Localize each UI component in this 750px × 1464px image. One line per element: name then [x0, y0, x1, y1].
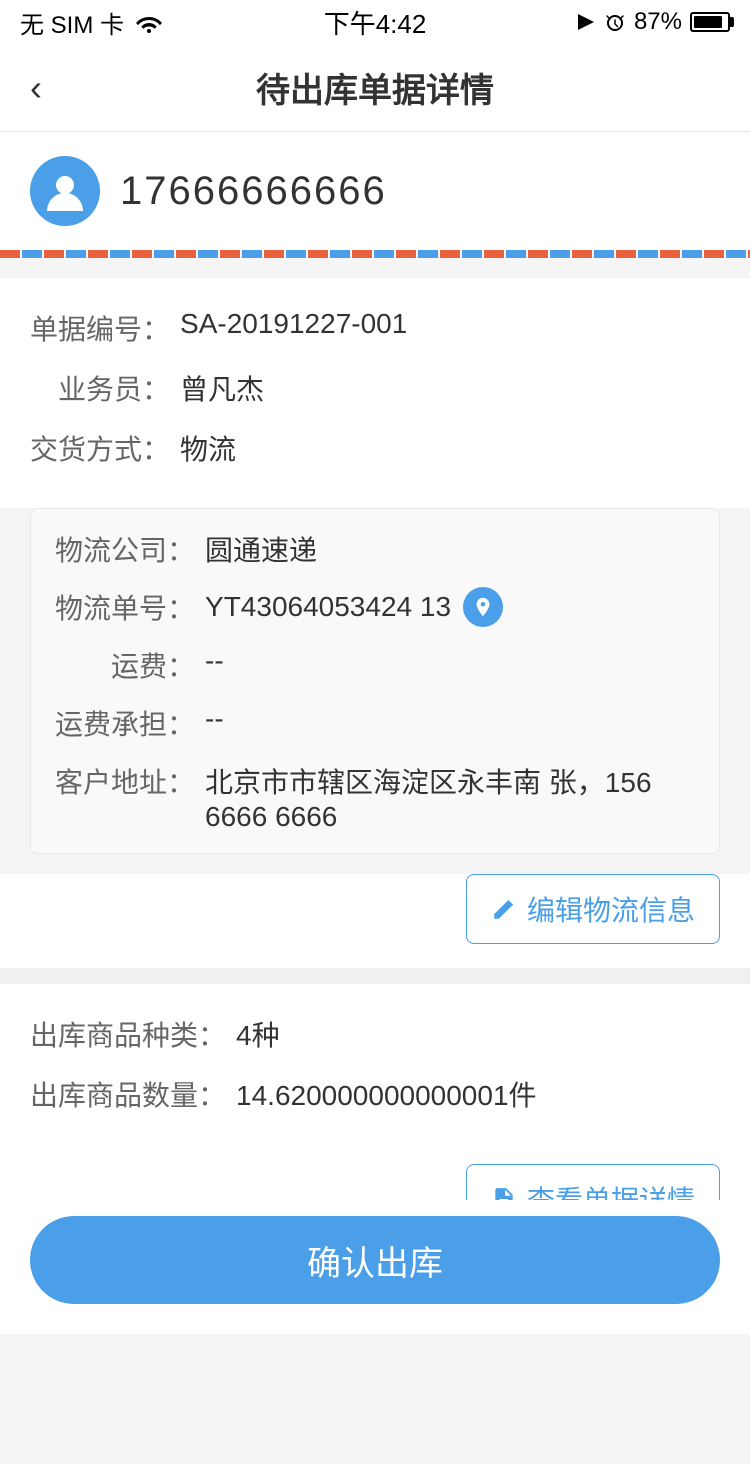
logistics-address-row: 客户地址： 北京市市辖区海淀区永丰南 张，156 6666 6666 — [55, 761, 695, 833]
status-bar-time: 下午4:42 — [324, 4, 427, 41]
product-section: 出库商品种类： 4种 出库商品数量： 14.620000000000001件 — [0, 984, 750, 1154]
status-bar: 无 SIM 卡 下午4:42 87% — [0, 0, 750, 44]
user-section: 17666666666 — [0, 132, 750, 250]
location-arrow-icon — [576, 12, 596, 32]
logistics-freight-value: -- — [205, 645, 695, 677]
product-types-label: 出库商品种类： — [30, 1014, 226, 1054]
pin-icon — [472, 596, 494, 618]
logistics-freight-bearer-label: 运费承担： — [55, 703, 195, 743]
logistics-tracking-label: 物流单号： — [55, 587, 195, 627]
logistics-address-value: 北京市市辖区海淀区永丰南 张，156 6666 6666 — [205, 761, 695, 833]
logistics-freight-row: 运费： -- — [55, 645, 695, 685]
logistics-company-label: 物流公司： — [55, 529, 195, 569]
order-no-label: 单据编号： — [30, 308, 170, 348]
logistics-box: 物流公司： 圆通速递 物流单号： YT43064053424 13 运费： --… — [30, 508, 720, 854]
user-phone: 17666666666 — [120, 169, 387, 214]
confirm-button-label: 确认出库 — [307, 1236, 443, 1285]
edit-btn-row: 编辑物流信息 — [0, 874, 750, 968]
confirm-btn-wrapper: 确认出库 — [0, 1200, 750, 1334]
nav-bar: ‹ 待出库单据详情 — [0, 44, 750, 132]
logistics-company-row: 物流公司： 圆通速递 — [55, 529, 695, 569]
confirm-button[interactable]: 确认出库 — [30, 1216, 720, 1304]
alarm-icon — [604, 11, 626, 33]
logistics-freight-bearer-row: 运费承担： -- — [55, 703, 695, 743]
delivery-method-value: 物流 — [180, 428, 720, 468]
battery-percent: 87% — [634, 8, 682, 36]
logistics-company-value: 圆通速递 — [205, 529, 695, 569]
delivery-method-label: 交货方式： — [30, 428, 170, 468]
person-icon — [43, 169, 87, 213]
status-bar-left: 无 SIM 卡 — [20, 5, 164, 40]
logistics-freight-label: 运费： — [55, 645, 195, 685]
delivery-method-row: 交货方式： 物流 — [30, 428, 720, 468]
back-button[interactable]: ‹ — [30, 67, 42, 109]
edit-logistics-button[interactable]: 编辑物流信息 — [466, 874, 720, 944]
product-quantity-value: 14.620000000000001件 — [236, 1074, 537, 1114]
battery-icon — [690, 12, 730, 32]
dashed-separator — [0, 250, 750, 258]
order-no-value: SA-20191227-001 — [180, 308, 720, 340]
salesman-row: 业务员： 曾凡杰 — [30, 368, 720, 408]
order-info-section: 单据编号： SA-20191227-001 业务员： 曾凡杰 交货方式： 物流 — [0, 278, 750, 508]
product-quantity-label: 出库商品数量： — [30, 1074, 226, 1114]
logistics-tracking-value: YT43064053424 13 — [205, 587, 695, 627]
edit-button-label: 编辑物流信息 — [527, 889, 695, 929]
avatar — [30, 156, 100, 226]
tracking-location-icon[interactable] — [463, 587, 503, 627]
salesman-value: 曾凡杰 — [180, 368, 720, 408]
product-types-value: 4种 — [236, 1014, 280, 1054]
salesman-label: 业务员： — [30, 368, 170, 408]
logistics-freight-bearer-value: -- — [205, 703, 695, 735]
tracking-no-text: YT43064053424 13 — [205, 591, 451, 623]
section-divider — [0, 968, 750, 984]
status-bar-right: 87% — [576, 8, 730, 36]
logistics-tracking-row: 物流单号： YT43064053424 13 — [55, 587, 695, 627]
carrier-text: 无 SIM 卡 — [20, 5, 124, 40]
edit-icon — [491, 896, 517, 922]
wifi-icon — [134, 11, 164, 33]
page-title: 待出库单据详情 — [256, 63, 494, 112]
product-types-row: 出库商品种类： 4种 — [30, 1014, 720, 1054]
product-quantity-row: 出库商品数量： 14.620000000000001件 — [30, 1074, 720, 1114]
logistics-address-label: 客户地址： — [55, 761, 195, 801]
order-no-row: 单据编号： SA-20191227-001 — [30, 308, 720, 348]
